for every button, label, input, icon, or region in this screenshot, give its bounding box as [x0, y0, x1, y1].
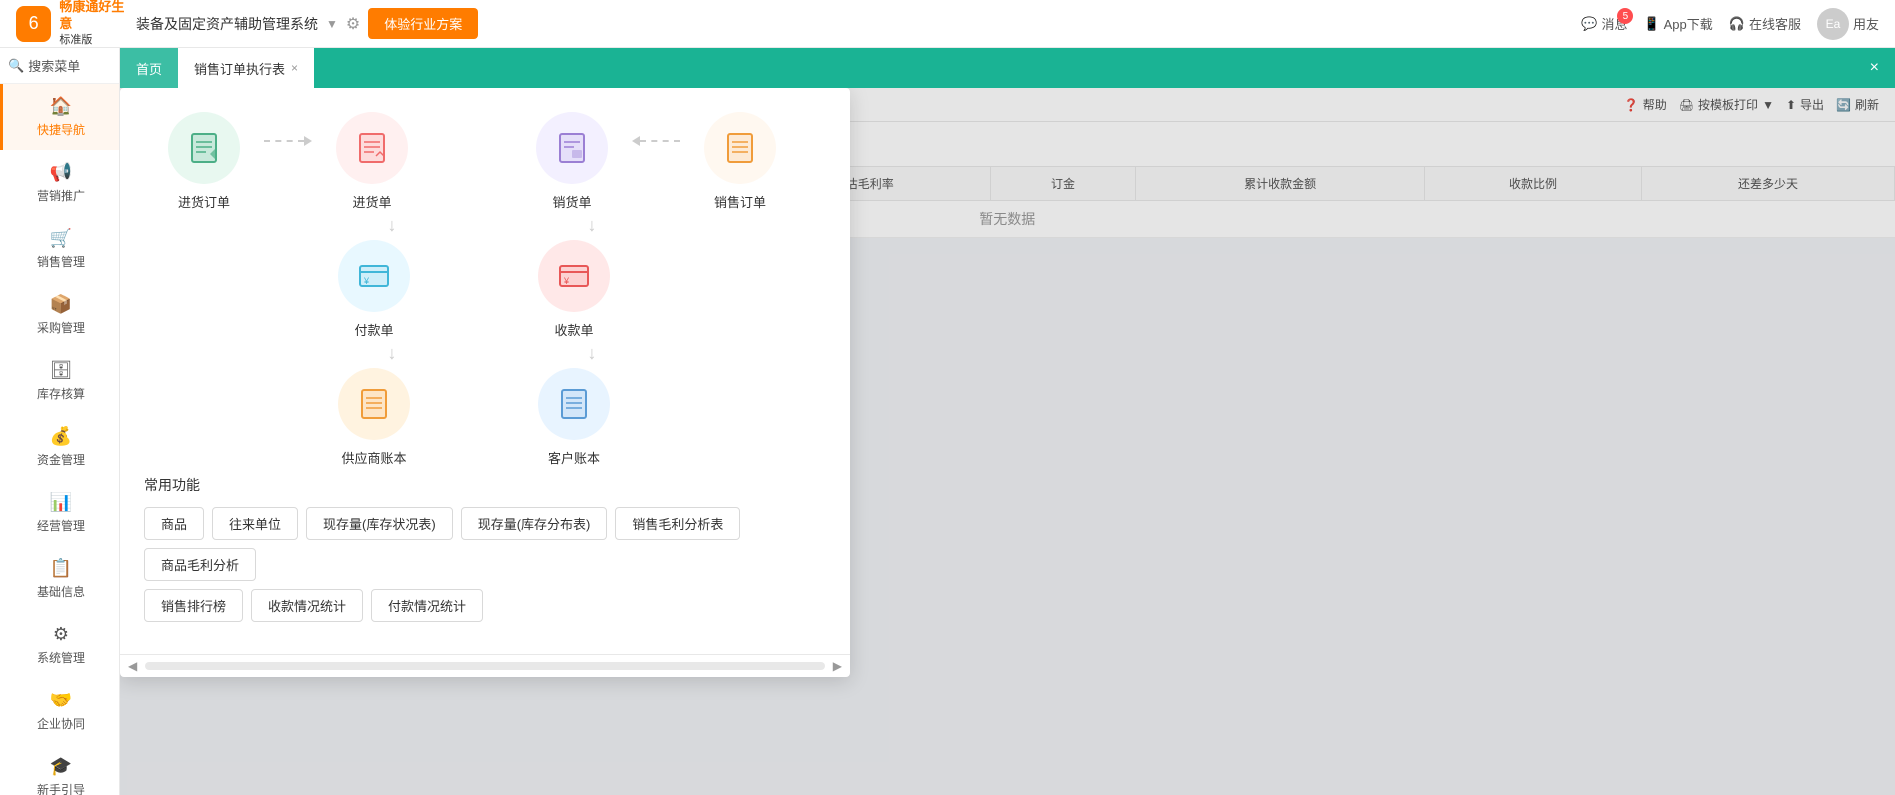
- tab-home[interactable]: 首页: [120, 48, 178, 88]
- content-area: 首页 销售订单执行表 × × ❓ 帮助 🖨 按: [120, 48, 1895, 795]
- sidebar-item-finance[interactable]: 💰 资金管理: [0, 414, 119, 480]
- svg-text:¥: ¥: [363, 276, 370, 286]
- common-title: 常用功能: [144, 475, 826, 495]
- page-content: ❓ 帮助 🖨 按模板打印 ▼ ⬆ 导出 🔄 刷新: [120, 88, 1895, 795]
- main-layout: 🔍 搜索菜单 🏠 快捷导航 📢 营销推广 🛒 销售管理 📦 采购管理 🗄: [0, 48, 1895, 795]
- system-icon: ⚙: [53, 624, 69, 645]
- func-button[interactable]: 商品毛利分析: [144, 548, 256, 581]
- arrow-row-2: ↓ ↓: [144, 215, 826, 236]
- sidebar-item-quick-nav[interactable]: 🏠 快捷导航: [0, 84, 119, 150]
- sales-icon: 🛒: [50, 228, 72, 249]
- sidebar-item-guide[interactable]: 🎓 新手引导: [0, 744, 119, 795]
- flow-node-sales-bill[interactable]: 销货单: [512, 112, 632, 211]
- flow-node-supplier-ledger[interactable]: 供应商账本: [314, 368, 434, 467]
- func-button[interactable]: 付款情况统计: [371, 589, 483, 622]
- service-icon: 🎧: [1729, 16, 1745, 32]
- func-button[interactable]: 收款情况统计: [251, 589, 363, 622]
- tab-bar-close-icon[interactable]: ×: [1870, 59, 1879, 77]
- header-right: 💬 消息 5 📱 App下载 🎧 在线客服 Ea 用友: [1581, 8, 1879, 40]
- gear-icon[interactable]: ⚙: [346, 14, 360, 34]
- tab-bar: 首页 销售订单执行表 × ×: [120, 48, 1895, 88]
- svg-text:¥: ¥: [563, 276, 570, 286]
- flow-node-customer-ledger[interactable]: 客户账本: [514, 368, 634, 467]
- btn-grid-row2: 销售排行榜收款情况统计付款情况统计: [144, 589, 826, 622]
- user-menu[interactable]: Ea 用友: [1817, 8, 1879, 40]
- flow-row-3: ¥ 付款单 ¥: [144, 240, 826, 339]
- search-menu-button[interactable]: 🔍 搜索菜单: [0, 48, 119, 84]
- marketing-icon: 📢: [50, 162, 72, 183]
- func-button[interactable]: 现存量(库存分布表): [461, 507, 608, 540]
- logo-area: 6 畅康通好生意 标准版: [16, 0, 136, 48]
- scroll-right-icon[interactable]: ▶: [833, 659, 842, 673]
- common-functions: 常用功能 商品往来单位现存量(库存状况表)现存量(库存分布表)销售毛利分析表商品…: [144, 475, 826, 622]
- sales-bill-icon: [536, 112, 608, 184]
- tab-sales-order[interactable]: 销售订单执行表 ×: [178, 48, 314, 88]
- scroll-track[interactable]: [145, 662, 825, 670]
- flow-node-payment[interactable]: ¥ 付款单: [314, 240, 434, 339]
- logo-text: 畅康通好生意 标准版: [59, 0, 136, 48]
- sidebar-item-marketing[interactable]: 📢 营销推广: [0, 150, 119, 216]
- system-title: 装备及固定资产辅助管理系统 ▼: [136, 14, 338, 34]
- purchase-order-icon: [168, 112, 240, 184]
- dialog-body: 进货订单: [120, 88, 850, 654]
- btn-grid-row1: 商品往来单位现存量(库存状况表)现存量(库存分布表)销售毛利分析表商品毛利分析: [144, 507, 826, 581]
- func-button[interactable]: 销售毛利分析表: [615, 507, 740, 540]
- purchase-bill-icon: [336, 112, 408, 184]
- guide-icon: 🎓: [50, 756, 72, 777]
- flow-node-purchase-order[interactable]: 进货订单: [144, 112, 264, 211]
- sidebar-item-inventory[interactable]: 🗄 库存核算: [0, 348, 119, 414]
- sidebar-item-system[interactable]: ⚙ 系统管理: [0, 612, 119, 678]
- operations-icon: 📊: [50, 492, 72, 513]
- trial-button[interactable]: 体验行业方案: [368, 8, 478, 39]
- online-service-button[interactable]: 🎧 在线客服: [1729, 14, 1801, 33]
- inventory-icon: 🗄: [50, 360, 73, 381]
- supplier-ledger-icon: [338, 368, 410, 440]
- sidebar-item-sales[interactable]: 🛒 销售管理: [0, 216, 119, 282]
- search-icon: 🔍: [8, 58, 24, 74]
- receipt-icon: ¥: [538, 240, 610, 312]
- download-icon: 📱: [1643, 16, 1659, 32]
- enterprise-icon: 🤝: [50, 690, 72, 711]
- sidebar-item-basic-info[interactable]: 📋 基础信息: [0, 546, 119, 612]
- func-button[interactable]: 销售排行榜: [144, 589, 243, 622]
- message-button[interactable]: 💬 消息 5: [1581, 14, 1627, 33]
- dropdown-arrow-icon[interactable]: ▼: [326, 17, 338, 31]
- scroll-area: ◀ ▶: [120, 654, 850, 677]
- message-icon: 💬: [1581, 16, 1597, 32]
- flow-node-receipt[interactable]: ¥ 收款单: [514, 240, 634, 339]
- top-header: 6 畅康通好生意 标准版 装备及固定资产辅助管理系统 ▼ ⚙ 体验行业方案 💬 …: [0, 0, 1895, 48]
- tab-close-icon[interactable]: ×: [291, 61, 298, 75]
- message-badge: 5: [1617, 8, 1633, 24]
- customer-ledger-icon: [538, 368, 610, 440]
- overlay: 进货订单: [120, 88, 1895, 795]
- home-icon: 🏠: [50, 96, 72, 117]
- finance-icon: 💰: [50, 426, 72, 447]
- func-button[interactable]: 往来单位: [212, 507, 298, 540]
- func-button[interactable]: 现存量(库存状况表): [306, 507, 453, 540]
- user-avatar: Ea: [1817, 8, 1849, 40]
- basic-info-icon: 📋: [50, 558, 72, 579]
- flow-node-purchase-bill[interactable]: 进货单: [312, 112, 432, 211]
- flow-diagram: 进货订单: [144, 112, 826, 467]
- flow-node-sales-order[interactable]: 销售订单: [680, 112, 800, 211]
- arrow-row-4: ↓ ↓: [144, 343, 826, 364]
- flow-row-5: 供应商账本 客户账本: [144, 368, 826, 467]
- sidebar-item-operations[interactable]: 📊 经营管理: [0, 480, 119, 546]
- arrow-2: [632, 136, 680, 146]
- arrow-1: [264, 136, 312, 146]
- logo-icon: 6: [16, 6, 51, 42]
- sidebar-item-enterprise[interactable]: 🤝 企业协同: [0, 678, 119, 744]
- sales-order-icon: [704, 112, 776, 184]
- func-button[interactable]: 商品: [144, 507, 204, 540]
- sidebar-item-purchase[interactable]: 📦 采购管理: [0, 282, 119, 348]
- dialog: 进货订单: [120, 88, 850, 677]
- app-container: 6 畅康通好生意 标准版 装备及固定资产辅助管理系统 ▼ ⚙ 体验行业方案 💬 …: [0, 0, 1895, 795]
- app-download-button[interactable]: 📱 App下载: [1643, 14, 1712, 33]
- sidebar: 🔍 搜索菜单 🏠 快捷导航 📢 营销推广 🛒 销售管理 📦 采购管理 🗄: [0, 48, 120, 795]
- scroll-left-icon[interactable]: ◀: [128, 659, 137, 673]
- purchase-icon: 📦: [50, 294, 72, 315]
- payment-icon: ¥: [338, 240, 410, 312]
